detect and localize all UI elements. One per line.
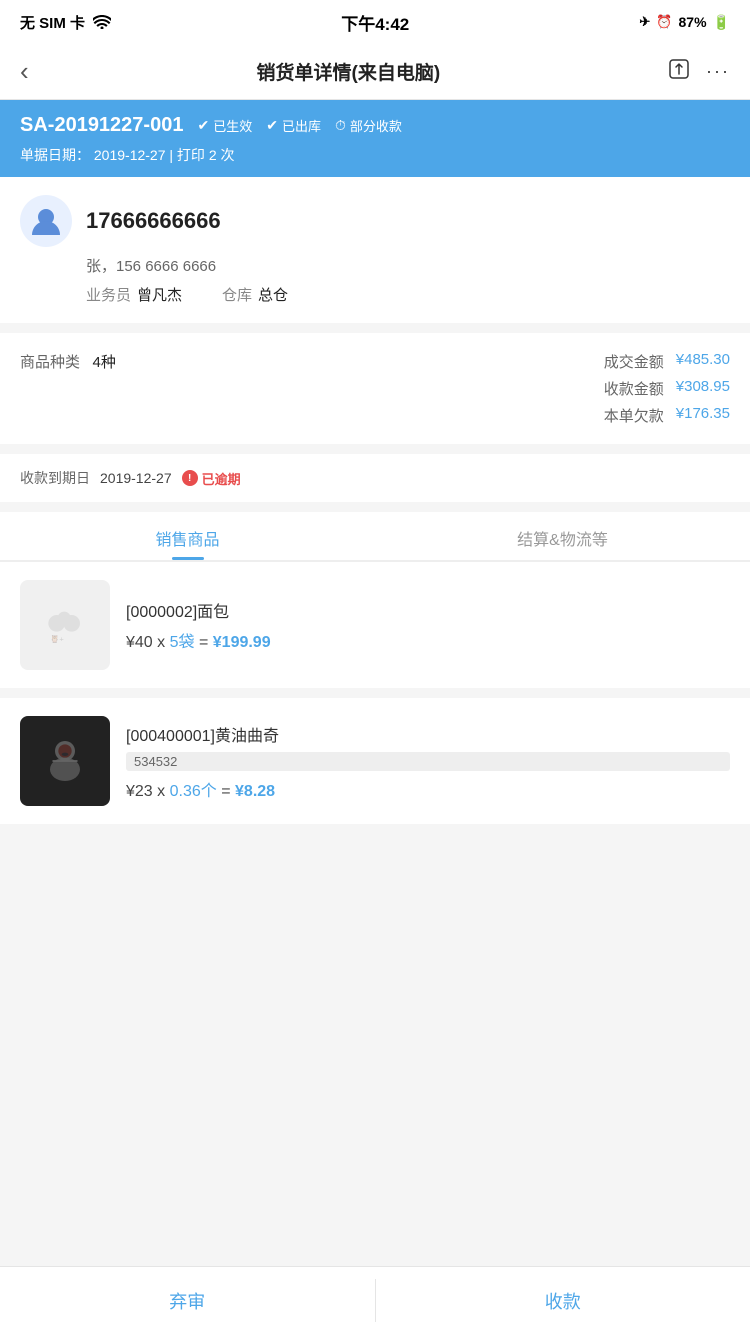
battery-icon: 🔋 xyxy=(713,14,730,31)
alarm-icon: ⏰ xyxy=(656,14,672,30)
status-partial-label: 部分收款 xyxy=(350,116,402,135)
list-item: 🦉+ [0000002]面包 ¥40 x 5袋 = ¥199.99 xyxy=(0,562,750,688)
tab-sales-products[interactable]: 销售商品 xyxy=(0,512,375,560)
sales-label: 业务员 xyxy=(86,284,131,305)
status-effected: ✔ 已生效 xyxy=(197,116,252,135)
tab-settlement[interactable]: 结算&物流等 xyxy=(375,512,750,560)
product-price-1: ¥40 xyxy=(126,634,153,651)
sales-person: 业务员 曾凡杰 xyxy=(86,284,182,305)
nav-title: 销货单详情(来自电脑) xyxy=(257,58,441,85)
status-right: ✈ ⏰ 87% 🔋 xyxy=(639,14,730,31)
sales-value: 曾凡杰 xyxy=(137,284,182,305)
share-button[interactable] xyxy=(668,58,690,86)
due-date-label: 收款到期日 xyxy=(20,468,90,488)
products-list: 🦉+ [0000002]面包 ¥40 x 5袋 = ¥199.99 xyxy=(0,562,750,824)
summary-amounts: 成交金额 ¥485.30 收款金额 ¥308.95 本单欠款 ¥176.35 xyxy=(604,351,730,426)
collect-button[interactable]: 收款 xyxy=(376,1267,750,1334)
product-types-label: 商品种类 xyxy=(20,354,80,371)
overdue-badge: ! 已逾期 xyxy=(182,469,241,488)
product-types-count: 4种 xyxy=(93,354,116,371)
product-total-1: ¥199.99 xyxy=(213,634,271,651)
header-banner: SA-20191227-001 ✔ 已生效 ✔ 已出库 ⏱ 部分收款 单据日期：… xyxy=(0,100,750,177)
status-left: 无 SIM 卡 xyxy=(20,12,111,33)
warehouse: 仓库 总仓 xyxy=(222,284,288,305)
nav-actions: ··· xyxy=(668,58,730,86)
status-partial: ⏱ 部分收款 xyxy=(335,116,402,135)
product-info-2: [000400001]黄油曲奇 534532 ¥23 x 0.36个 = ¥8.… xyxy=(126,722,730,801)
received-amount-value: ¥308.95 xyxy=(676,378,730,399)
tabs-section: 销售商品 结算&物流等 xyxy=(0,512,750,562)
product-types: 商品种类 4种 xyxy=(20,351,116,426)
banner-top: SA-20191227-001 ✔ 已生效 ✔ 已出库 ⏱ 部分收款 xyxy=(20,114,730,137)
location-icon: ✈ xyxy=(639,14,650,30)
product-name-2: [000400001]黄油曲奇 xyxy=(126,722,730,746)
svg-text:🦉+: 🦉+ xyxy=(50,635,64,644)
transaction-amount-row: 成交金额 ¥485.30 xyxy=(604,351,730,372)
transaction-amount-label: 成交金额 xyxy=(604,351,664,372)
status-effected-label: 已生效 xyxy=(213,116,252,135)
reject-button[interactable]: 弃审 xyxy=(0,1267,375,1334)
print-info: | 打印 2 次 xyxy=(169,147,234,163)
status-shipped: ✔ 已出库 xyxy=(266,116,321,135)
customer-name: 17666666666 xyxy=(86,208,221,234)
order-id: SA-20191227-001 xyxy=(20,114,183,137)
wifi-icon xyxy=(93,15,111,29)
product-price-2: ¥23 xyxy=(126,783,153,800)
warehouse-label: 仓库 xyxy=(222,284,252,305)
customer-section: 17666666666 张，156 6666 6666 业务员 曾凡杰 仓库 总… xyxy=(0,177,750,323)
received-amount-label: 收款金额 xyxy=(604,378,664,399)
more-button[interactable]: ··· xyxy=(706,61,730,82)
product-image-1: 🦉+ xyxy=(20,580,110,670)
balance-value: ¥176.35 xyxy=(676,405,730,426)
status-bar: 无 SIM 卡 下午4:42 ✈ ⏰ 87% 🔋 xyxy=(0,0,750,44)
customer-meta: 业务员 曾凡杰 仓库 总仓 xyxy=(86,284,730,305)
overdue-label: 已逾期 xyxy=(202,469,241,488)
warehouse-value: 总仓 xyxy=(258,284,288,305)
list-item: [000400001]黄油曲奇 534532 ¥23 x 0.36个 = ¥8.… xyxy=(0,698,750,824)
product-info-1: [0000002]面包 ¥40 x 5袋 = ¥199.99 xyxy=(126,598,730,652)
due-date-section: 收款到期日 2019-12-27 ! 已逾期 xyxy=(0,454,750,502)
customer-sub: 张，156 6666 6666 xyxy=(86,255,730,276)
product-sku-2: 534532 xyxy=(126,752,730,771)
reject-label: 弃审 xyxy=(169,1288,205,1314)
nav-bar: ‹ 销货单详情(来自电脑) ··· xyxy=(0,44,750,100)
product-name-1: [0000002]面包 xyxy=(126,598,730,622)
received-amount-row: 收款金额 ¥308.95 xyxy=(604,378,730,399)
transaction-amount-value: ¥485.30 xyxy=(676,351,730,372)
order-date: 2019-12-27 xyxy=(94,147,166,163)
balance-label: 本单欠款 xyxy=(604,405,664,426)
carrier-label: 无 SIM 卡 xyxy=(20,12,85,33)
collect-label: 收款 xyxy=(545,1288,581,1314)
battery-label: 87% xyxy=(679,14,707,30)
tabs: 销售商品 结算&物流等 xyxy=(0,512,750,561)
date-label: 单据日期： xyxy=(20,147,90,163)
status-shipped-label: 已出库 xyxy=(282,116,321,135)
summary-section: 商品种类 4种 成交金额 ¥485.30 收款金额 ¥308.95 本单欠款 ¥… xyxy=(0,333,750,444)
product-total-2: ¥8.28 xyxy=(235,783,275,800)
banner-sub: 单据日期： 2019-12-27 | 打印 2 次 xyxy=(20,145,730,165)
product-price-row-2: ¥23 x 0.36个 = ¥8.28 xyxy=(126,777,730,801)
product-qty-2: 0.36个 xyxy=(170,783,217,800)
due-date-value: 2019-12-27 xyxy=(100,470,172,486)
status-time: 下午4:42 xyxy=(341,10,409,35)
check-icon-2: ✔ xyxy=(266,117,278,134)
balance-row: 本单欠款 ¥176.35 xyxy=(604,405,730,426)
avatar xyxy=(20,195,72,247)
back-button[interactable]: ‹ xyxy=(20,56,29,87)
product-price-row-1: ¥40 x 5袋 = ¥199.99 xyxy=(126,628,730,652)
product-qty-1: 5袋 xyxy=(170,634,195,651)
check-icon-1: ✔ xyxy=(197,117,209,134)
bottom-bar: 弃审 收款 xyxy=(0,1266,750,1334)
product-image-2 xyxy=(20,716,110,806)
customer-row: 17666666666 xyxy=(20,195,730,247)
clock-icon: ⏱ xyxy=(335,117,346,134)
overdue-icon: ! xyxy=(182,470,198,486)
